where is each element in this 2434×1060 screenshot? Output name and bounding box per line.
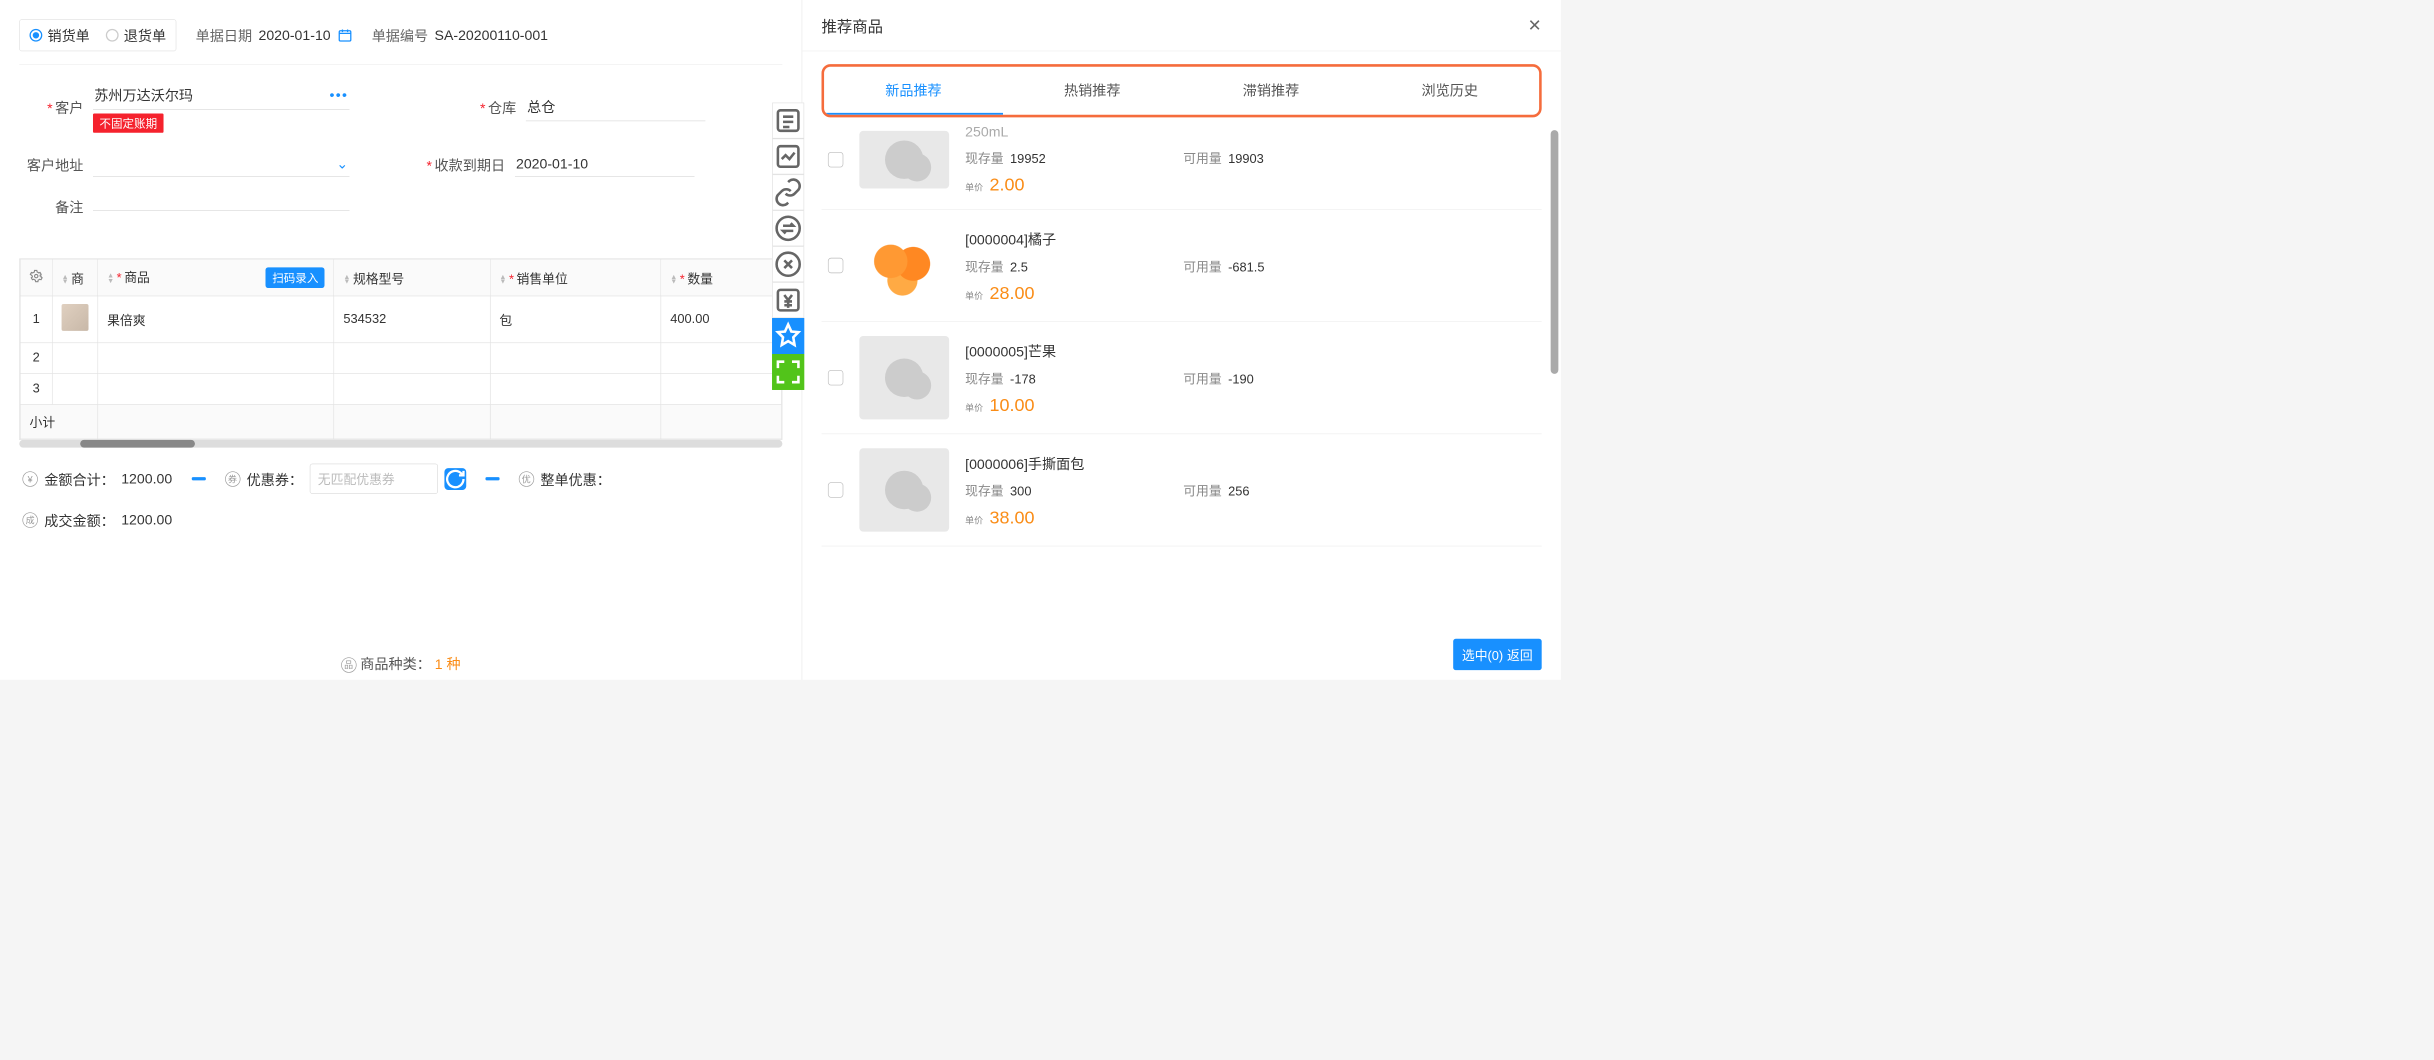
product-card[interactable]: 250mL 现存量19952 可用量19903 单价2.00 [822,124,1542,210]
col-product[interactable]: ▲▼*商品扫码录入 [98,259,334,296]
tab-new[interactable]: 新品推荐 [824,67,1003,115]
due-date-value: 2020-01-10 [516,156,588,173]
product-image [859,336,949,419]
tab-slow[interactable]: 滞销推荐 [1182,67,1361,115]
coupon-input[interactable]: 无匹配优惠券 [309,464,437,494]
customer-badge: 不固定账期 [93,114,164,133]
dash-icon [485,477,499,480]
tab-hot[interactable]: 热销推荐 [1003,67,1182,115]
radio-sales-order[interactable]: 销货单 [29,25,89,46]
vertical-scrollbar[interactable] [1551,130,1559,374]
customer-label: *客户 [19,97,83,118]
kinds-icon: 品 [341,657,356,672]
product-image [859,448,949,531]
customer-value: 苏州万达沃尔玛 [94,85,193,106]
coupon-field: 券 优惠券： 无匹配优惠券 [225,464,466,494]
recommend-tabs: 新品推荐 热销推荐 滞销推荐 浏览历史 [822,64,1542,117]
customer-input[interactable]: 苏州万达沃尔玛 ••• [93,81,350,110]
side-list-icon[interactable] [772,103,804,139]
selected-return-button[interactable]: 选中(0) 返回 [1453,639,1542,670]
tab-history[interactable]: 浏览历史 [1360,67,1539,115]
product-checkbox[interactable] [828,152,843,167]
product-title: [0000006]手撕面包 [965,452,1535,473]
doc-date-label: 单据日期 [196,25,252,46]
doc-number-label: 单据编号 [372,25,428,46]
due-date-input[interactable]: 2020-01-10 [515,152,695,177]
side-star-icon[interactable] [772,318,804,354]
side-currency-icon[interactable] [772,282,804,318]
doc-date-value: 2020-01-10 [258,27,330,44]
scan-input-button[interactable]: 扫码录入 [266,267,325,288]
product-card[interactable]: [0000004]橘子 现存量2.5 可用量-681.5 单价28.00 [822,210,1542,322]
product-thumb [62,304,89,331]
doc-number-value: SA-20200110-001 [435,27,548,44]
customer-more-icon[interactable]: ••• [330,87,349,104]
cell-qty[interactable]: 400.00 [661,296,781,343]
product-checkbox[interactable] [828,482,843,497]
total-amount: ¥ 金额合计： 1200.00 [22,468,172,489]
table-row[interactable]: 3 [20,374,781,405]
side-link-icon[interactable] [772,174,804,210]
warehouse-value: 总仓 [527,96,555,117]
side-chart-icon[interactable] [772,139,804,175]
radio-return-order[interactable]: 退货单 [106,25,166,46]
product-image [859,224,949,307]
chevron-down-icon[interactable]: ⌄ [336,156,348,173]
table-row[interactable]: 1 果倍爽 534532 包 400.00 [20,296,781,343]
side-swap-icon[interactable] [772,210,804,246]
table-settings-header[interactable] [20,259,52,296]
discount-icon: 优 [519,471,534,486]
bulk-discount: 优 整单优惠： [519,468,611,489]
coupon-icon: 券 [225,471,240,486]
cell-spec[interactable]: 534532 [334,296,490,343]
dash-icon [191,477,205,480]
table-row[interactable]: 2 [20,343,781,374]
order-type-radio-group: 销货单 退货单 [19,19,176,51]
side-toolbar [772,103,804,390]
deal-icon: 成 [22,512,37,527]
remark-input[interactable] [93,202,350,210]
side-expand-icon[interactable] [772,354,804,390]
product-title: [0000005]芒果 [965,340,1535,361]
product-checkbox[interactable] [828,258,843,273]
col-unit[interactable]: ▲▼*销售单位 [490,259,661,296]
line-items-table: ▲▼商 ▲▼*商品扫码录入 ▲▼规格型号 ▲▼*销售单位 ▲▼*数量 1 果倍爽… [19,258,782,439]
due-date-label: *收款到期日 [426,154,505,175]
address-label: 客户地址 [19,154,83,175]
address-input[interactable]: ⌄ [93,152,350,177]
close-icon[interactable]: ✕ [1528,15,1542,35]
cell-unit[interactable]: 包 [490,296,661,343]
panel-header: 推荐商品 ✕ [802,0,1561,51]
warehouse-input[interactable]: 总仓 [526,92,706,121]
radio-sales-label: 销货单 [47,25,89,46]
warehouse-label: *仓库 [452,97,516,118]
cell-product[interactable]: 果倍爽 [98,296,334,343]
col-img[interactable]: ▲▼商 [52,259,98,296]
remark-label: 备注 [19,196,83,217]
panel-title: 推荐商品 [822,14,884,36]
doc-date-field[interactable]: 单据日期 2020-01-10 [196,25,353,46]
product-title: [0000004]橘子 [965,228,1535,249]
horizontal-scrollbar[interactable] [19,440,782,448]
col-spec[interactable]: ▲▼规格型号 [334,259,490,296]
refresh-button[interactable] [444,468,466,490]
deal-amount: 成 成交金额： 1200.00 [22,510,172,531]
yen-icon: ¥ [22,471,37,486]
product-title: 250mL [965,124,1535,141]
side-close-icon[interactable] [772,246,804,282]
calendar-icon[interactable] [337,28,352,43]
col-qty[interactable]: ▲▼*数量 [661,259,781,296]
subtotal-row: 小计 [20,404,781,439]
footer-summary: 品 商品种类： 1 种 [0,653,802,674]
product-image [859,131,949,189]
radio-return-label: 退货单 [124,25,166,46]
product-checkbox[interactable] [828,370,843,385]
doc-number-field: 单据编号 SA-20200110-001 [372,25,548,46]
product-card[interactable]: [0000005]芒果 现存量-178 可用量-190 单价10.00 [822,322,1542,434]
product-list[interactable]: 250mL 现存量19952 可用量19903 单价2.00 [0000004]… [802,124,1561,629]
product-card[interactable]: [0000006]手撕面包 现存量300 可用量256 单价38.00 [822,434,1542,546]
